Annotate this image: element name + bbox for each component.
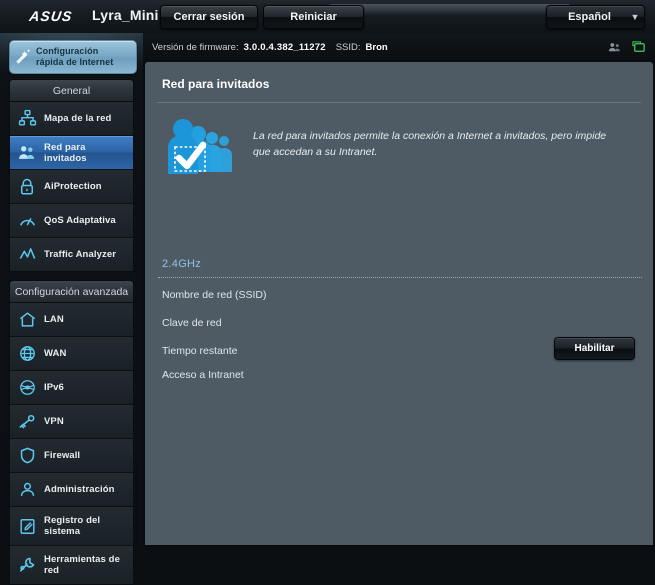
sidebar-label-network-tools: Herramientas de red (44, 554, 120, 576)
network-map-icon (10, 109, 44, 128)
sidebar-item-lan[interactable]: LAN (10, 303, 133, 337)
band-label-24ghz: 2.4GHz (162, 258, 202, 270)
sidebar-label-network-map: Mapa de la red (44, 113, 112, 124)
sidebar-item-system-log[interactable]: Registro del sistema (10, 507, 133, 546)
sidebar-item-administration[interactable]: Administración (10, 473, 133, 507)
top-header-bar: ASUS Lyra_Mini Cerrar sesión Reiniciar E… (0, 0, 655, 34)
firmware-version: 3.0.0.4.382_11272 (243, 42, 326, 53)
sidebar-list-advanced: LAN WAN IPv6 VPN Firewall Administración… (9, 303, 134, 585)
status-icons (606, 39, 646, 55)
sidebar-label-vpn: VPN (44, 416, 64, 427)
logout-button[interactable]: Cerrar sesión (160, 5, 258, 29)
ssid-value: Bron (365, 42, 388, 53)
log-pencil-icon (10, 517, 44, 536)
band-divider (158, 277, 642, 278)
lock-icon (10, 178, 44, 196)
sidebar-label-wan: WAN (44, 348, 67, 359)
sidebar-item-network-tools[interactable]: Herramientas de red (10, 546, 133, 584)
sidebar-label-guest-network: Red para invitados (44, 141, 87, 164)
network-monitor-icon[interactable] (630, 39, 646, 55)
quick-setup-line2: rápida de Internet (36, 57, 114, 67)
analytics-icon (10, 245, 44, 264)
guest-users-illustration-icon (167, 116, 239, 178)
language-selector[interactable]: Español ▼ (546, 5, 645, 29)
ipv6-icon (10, 378, 44, 397)
sidebar-item-aiprotection[interactable]: AiProtection (10, 170, 133, 204)
user-admin-icon (10, 480, 44, 499)
quick-setup-line1: Configuración (36, 46, 99, 56)
sidebar-item-network-map[interactable]: Mapa de la red (10, 102, 133, 136)
guest-network-panel: Red para invitados La red para invitados… (145, 62, 653, 545)
globe-icon (10, 344, 44, 363)
sidebar-label-ipv6: IPv6 (44, 382, 64, 393)
magic-wand-icon (10, 48, 36, 66)
field-label-time-remaining: Tiempo restante (162, 345, 238, 357)
sidebar-item-adaptive-qos[interactable]: QoS Adaptativa (10, 204, 133, 238)
enable-button[interactable]: Habilitar (554, 337, 635, 360)
sidebar-group-general: General (9, 79, 134, 102)
sidebar-item-ipv6[interactable]: IPv6 (10, 371, 133, 405)
sidebar-item-vpn[interactable]: VPN (10, 405, 133, 439)
router-admin-page: ASUS Lyra_Mini Cerrar sesión Reiniciar E… (0, 0, 655, 585)
sidebar-label-adaptive-qos: QoS Adaptativa (44, 215, 116, 226)
firmware-label: Versión de firmware: (152, 42, 239, 53)
sidebar-label-administration: Administración (44, 484, 115, 495)
title-divider (157, 102, 641, 103)
firmware-status-bar: Versión de firmware: 3.0.0.4.382_11272 S… (143, 33, 655, 62)
sidebar-label-aiprotection: AiProtection (44, 181, 102, 192)
page-title: Red para invitados (162, 77, 270, 91)
sidebar-item-guest-network[interactable]: Red para invitados (10, 136, 133, 170)
sidebar-item-firewall[interactable]: Firewall (10, 439, 133, 473)
sidebar-group-advanced: Configuración avanzada (9, 280, 134, 303)
sidebar: Configuración rápida de Internet General (0, 33, 143, 585)
field-label-intranet-access: Acceso a Intranet (162, 369, 244, 381)
home-icon (10, 310, 44, 329)
sidebar-item-wan[interactable]: WAN (10, 337, 133, 371)
field-label-network-key: Clave de red (162, 317, 222, 329)
language-label: Español (568, 11, 611, 23)
chevron-down-icon: ▼ (630, 12, 640, 22)
guest-network-description: La red para invitados permite la conexió… (253, 130, 607, 158)
ssid-label: SSID: (335, 42, 361, 53)
sidebar-list-general: Mapa de la red Red para invitados AiProt… (9, 102, 134, 272)
sidebar-label-system-log: Registro del sistema (44, 515, 101, 537)
clients-icon[interactable] (606, 39, 622, 55)
router-model-name: Lyra_Mini (92, 7, 159, 23)
sidebar-label-lan: LAN (44, 314, 64, 325)
sidebar-label-firewall: Firewall (44, 450, 81, 461)
intro-section: La red para invitados permite la conexió… (145, 110, 653, 185)
gauge-icon (10, 211, 44, 230)
shield-icon (10, 446, 44, 465)
main-content: Versión de firmware: 3.0.0.4.382_11272 S… (143, 33, 655, 547)
wrench-icon (10, 555, 44, 575)
asus-logo: ASUS (28, 7, 74, 24)
header-sheen (330, 4, 570, 15)
vpn-key-icon (10, 412, 44, 432)
quick-internet-setup-button[interactable]: Configuración rápida de Internet (9, 40, 137, 74)
sidebar-label-traffic-analyzer: Traffic Analyzer (44, 249, 116, 260)
sidebar-item-traffic-analyzer[interactable]: Traffic Analyzer (10, 238, 133, 271)
field-label-ssid: Nombre de red (SSID) (162, 289, 267, 301)
reboot-button[interactable]: Reiniciar (263, 5, 364, 29)
quick-setup-label: Configuración rápida de Internet (36, 46, 113, 68)
guest-network-icon (10, 143, 44, 163)
